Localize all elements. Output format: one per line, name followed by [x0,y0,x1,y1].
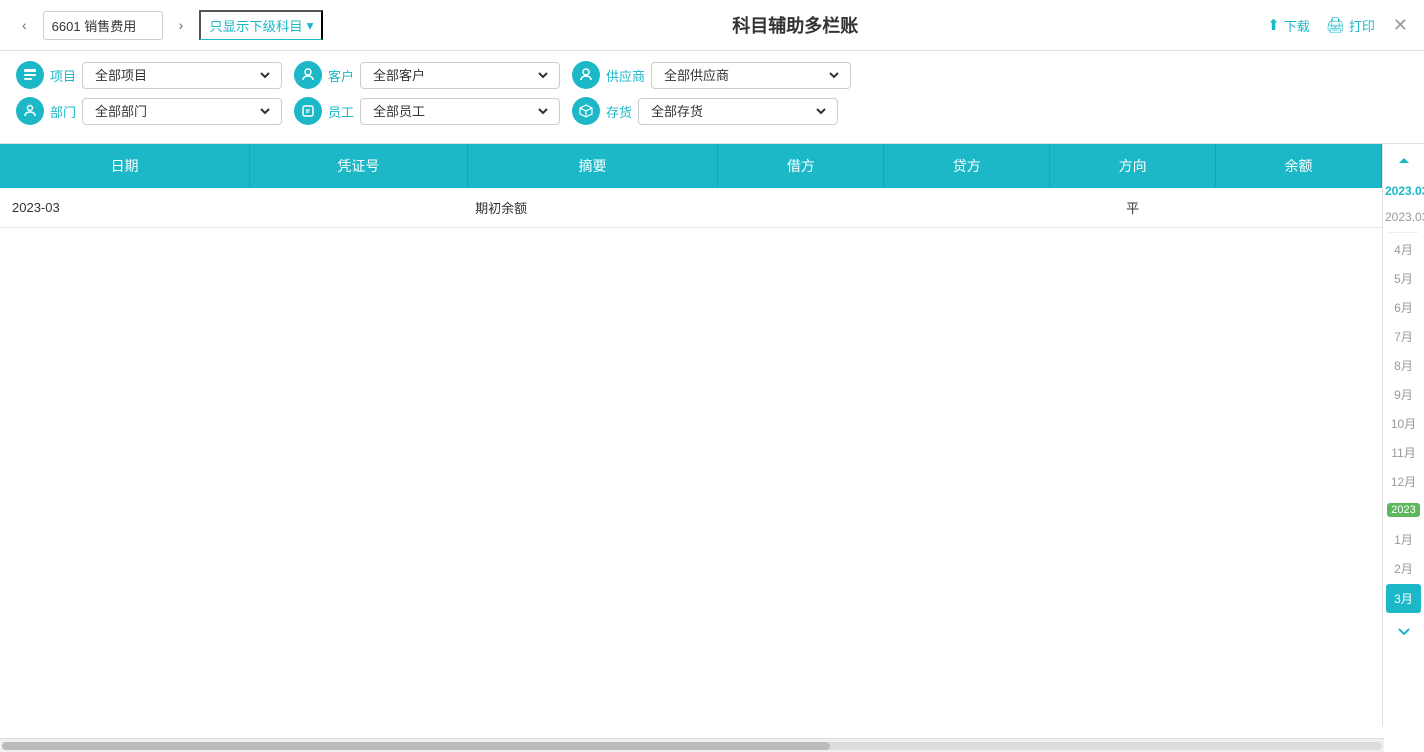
dept-select[interactable]: 全部部门 [82,98,282,125]
sidebar-item-202303-top[interactable]: 2023.03 [1383,178,1424,204]
employee-icon [294,97,322,125]
inventory-label: 存货 [606,102,632,121]
page-title: 科目辅助多栏账 [333,12,1257,38]
inventory-dropdown[interactable]: 全部存货 [647,103,829,120]
supplier-dropdown[interactable]: 全部供应商 [660,67,842,84]
sidebar-up-button[interactable] [1383,144,1424,178]
dept-label: 部门 [50,102,76,121]
sidebar-item-march[interactable]: 3月 [1386,584,1421,613]
header-bar: ‹ 6601 销售费用 › 只显示下级科目 ▾ 科目辅助多栏账 ⬆ 下载 🖨 打… [0,0,1424,51]
filter-item-project: 项目 全部项目 [16,61,282,89]
cell-date: 2023-03 [0,188,250,228]
col-credit: 贷方 [884,144,1050,188]
print-button[interactable]: 🖨 打印 [1326,16,1375,35]
main-window: ‹ 6601 销售费用 › 只显示下级科目 ▾ 科目辅助多栏账 ⬆ 下载 🖨 打… [0,0,1424,752]
filter-row-1: 项目 全部项目 客户 全部客户 [16,61,1408,89]
sidebar-down-button[interactable] [1383,614,1424,648]
download-button[interactable]: ⬆ 下载 [1267,16,1310,35]
sidebar-item-jan[interactable]: 1月 [1383,525,1424,554]
show-sub-button[interactable]: 只显示下级科目 ▾ [199,10,323,40]
cell-direction: 平 [1050,188,1216,228]
employee-dropdown[interactable]: 全部员工 [369,103,551,120]
sidebar-item-april[interactable]: 4月 [1383,235,1424,264]
close-button[interactable]: ✕ [1393,15,1408,36]
sidebar-item-june[interactable]: 6月 [1383,293,1424,322]
filter-item-employee: 员工 全部员工 [294,97,560,125]
project-select[interactable]: 全部项目 [82,62,282,89]
col-date: 日期 [0,144,250,188]
inventory-icon [572,97,600,125]
table-body: 2023-03 期初余额 平 [0,188,1382,228]
table-area: 日期 凭证号 摘要 借方 贷方 方向 余额 2023-03 期初余额 平 [0,144,1382,726]
filter-item-dept: 部门 全部部门 [16,97,282,125]
cell-debit [718,188,884,228]
table-row: 2023-03 期初余额 平 [0,188,1382,228]
employee-select[interactable]: 全部员工 [360,98,560,125]
cell-balance [1216,188,1382,228]
filter-area: 项目 全部项目 客户 全部客户 [0,51,1424,144]
show-sub-label: 只显示下级科目 [209,16,302,35]
sidebar-item-december[interactable]: 12月 [1383,467,1424,496]
scroll-thumb [2,742,830,750]
cell-credit [884,188,1050,228]
col-summary: 摘要 [467,144,718,188]
supplier-select[interactable]: 全部供应商 [651,62,851,89]
sidebar-item-may[interactable]: 5月 [1383,264,1424,293]
cell-summary: 期初余额 [467,188,718,228]
col-debit: 借方 [718,144,884,188]
filter-row-2: 部门 全部部门 员工 全部员工 [16,97,1408,125]
supplier-label: 供应商 [606,66,645,85]
sidebar-item-october[interactable]: 10月 [1383,409,1424,438]
employee-label: 员工 [328,102,354,121]
customer-dropdown[interactable]: 全部客户 [369,67,551,84]
print-icon: 🖨 [1326,16,1345,34]
cell-voucher [250,188,468,228]
sidebar-item-202303-second[interactable]: 2023.03 [1383,204,1424,230]
action-buttons: ⬆ 下载 🖨 打印 [1267,16,1375,35]
scroll-track [2,742,1382,750]
inventory-select[interactable]: 全部存货 [638,98,838,125]
sidebar-item-august[interactable]: 8月 [1383,351,1424,380]
bottom-scrollbar[interactable] [0,738,1384,752]
col-voucher: 凭证号 [250,144,468,188]
col-direction: 方向 [1050,144,1216,188]
dept-icon [16,97,44,125]
sidebar-item-feb[interactable]: 2月 [1383,554,1424,583]
sidebar-item-november[interactable]: 11月 [1383,438,1424,467]
customer-select[interactable]: 全部客户 [360,62,560,89]
project-icon [16,61,44,89]
sidebar-item-july[interactable]: 7月 [1383,322,1424,351]
chevron-down-icon: ▾ [307,18,314,34]
next-button[interactable]: › [173,15,190,35]
prev-button[interactable]: ‹ [16,15,33,35]
account-code: 6601 销售费用 [43,11,163,40]
col-balance: 余额 [1216,144,1382,188]
right-sidebar: 2023.03 2023.03 4月 5月 6月 7月 8月 9月 10月 11… [1382,144,1424,726]
filter-item-supplier: 供应商 全部供应商 [572,61,851,89]
filter-item-customer: 客户 全部客户 [294,61,560,89]
download-icon: ⬆ [1267,16,1280,34]
dept-dropdown[interactable]: 全部部门 [91,103,273,120]
filter-item-inventory: 存货 全部存货 [572,97,838,125]
table-header-row: 日期 凭证号 摘要 借方 贷方 方向 余额 [0,144,1382,188]
project-label: 项目 [50,66,76,85]
customer-label: 客户 [328,66,354,85]
supplier-icon [572,61,600,89]
customer-icon [294,61,322,89]
project-dropdown[interactable]: 全部项目 [91,67,273,84]
sidebar-item-september[interactable]: 9月 [1383,380,1424,409]
sidebar-year-badge: 2023 [1383,496,1424,525]
data-table: 日期 凭证号 摘要 借方 贷方 方向 余额 2023-03 期初余额 平 [0,144,1382,228]
